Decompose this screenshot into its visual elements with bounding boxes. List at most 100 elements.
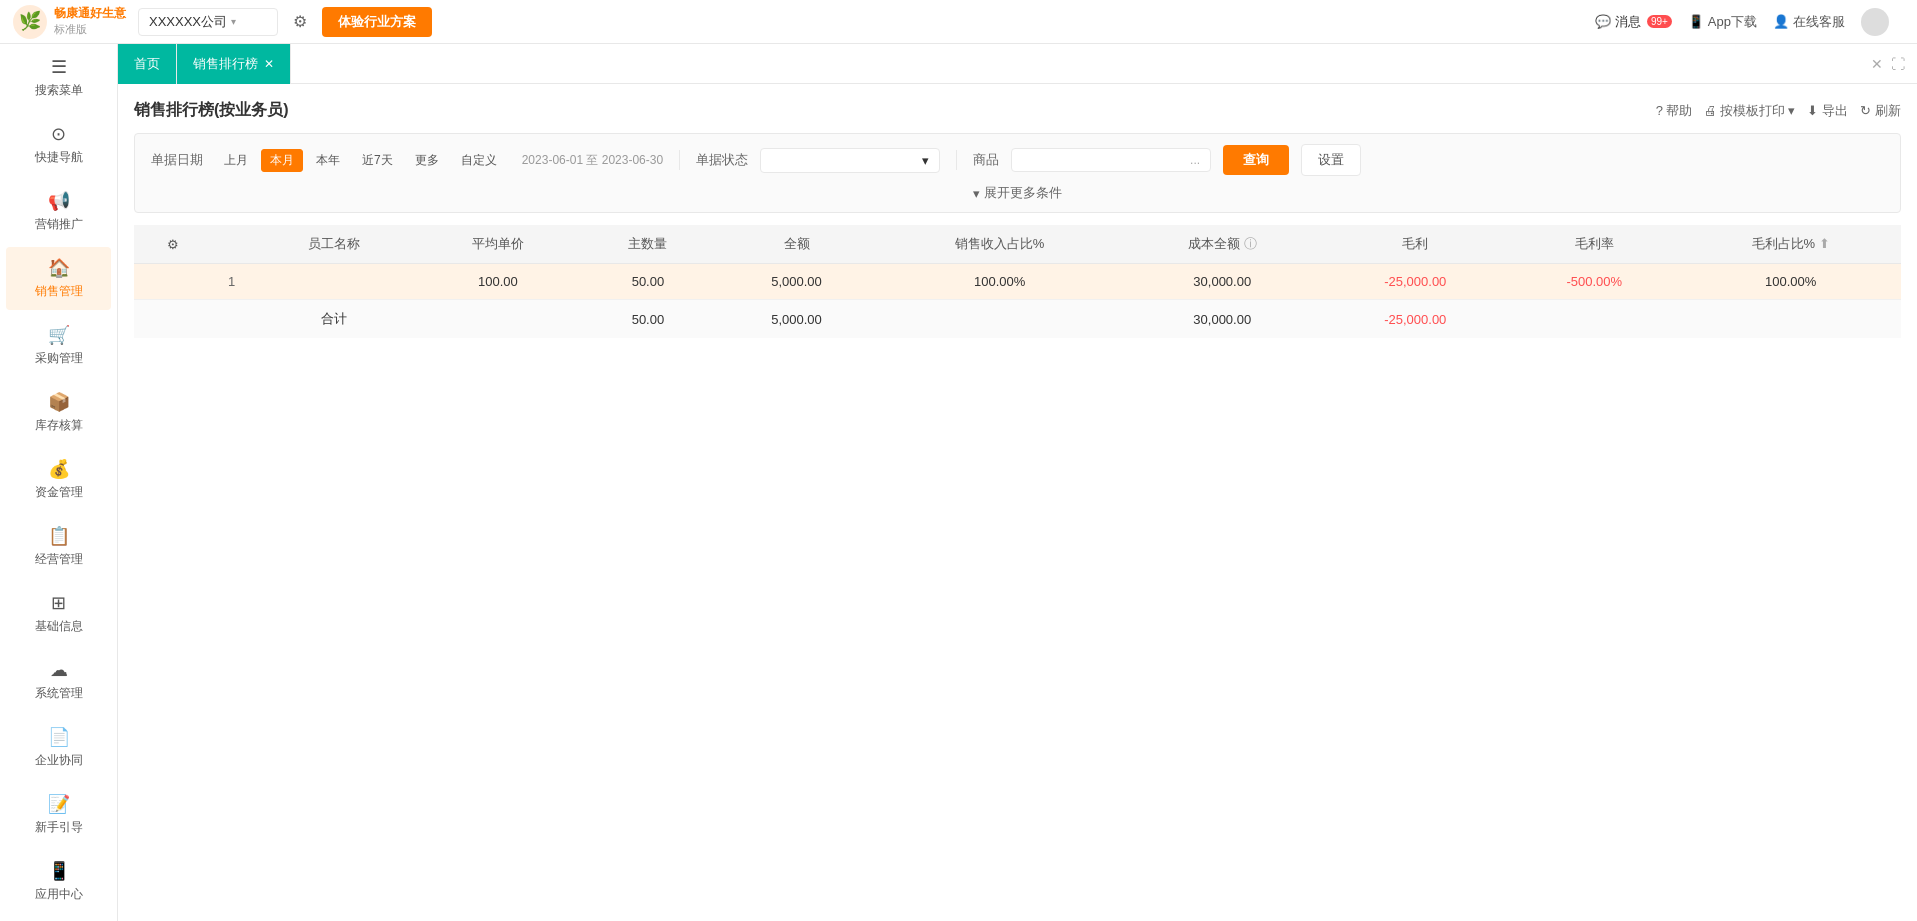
row-settings[interactable] xyxy=(134,264,212,300)
sidebar-item-label: 系统管理 xyxy=(35,685,83,702)
date-btn-last-month[interactable]: 上月 xyxy=(215,149,257,172)
message-button[interactable]: 💬 消息 99+ xyxy=(1595,13,1672,31)
sidebar-item-search[interactable]: ☰ 搜索菜单 xyxy=(6,46,111,109)
product-filter[interactable]: ... xyxy=(1011,148,1211,172)
online-service-button[interactable]: 👤 在线客服 xyxy=(1773,13,1845,31)
row-cost: 30,000.00 xyxy=(1122,264,1322,300)
refresh-icon: ↻ xyxy=(1860,103,1871,118)
sidebar-item-label: 企业协同 xyxy=(35,752,83,769)
settings-button[interactable]: 设置 xyxy=(1301,144,1361,176)
tab-fullscreen-icon[interactable]: ⛶ xyxy=(1891,56,1905,72)
sidebar-item-system[interactable]: ☁ 系统管理 xyxy=(6,649,111,712)
tab-bar: 首页 销售排行榜 ✕ ✕ ⛶ xyxy=(118,44,1917,84)
chevron-down-icon: ▾ xyxy=(231,16,236,27)
footer-empty-1 xyxy=(134,300,212,339)
page-title: 销售排行榜(按业务员) xyxy=(134,100,1656,121)
tab-home[interactable]: 首页 xyxy=(118,44,177,84)
enterprise-icon: 📄 xyxy=(48,726,70,748)
col-employee: 员工名称 xyxy=(252,225,416,264)
query-button[interactable]: 查询 xyxy=(1223,145,1289,175)
main-layout: ☰ 搜索菜单 ⊙ 快捷导航 📢 营销推广 🏠 销售管理 🛒 采购管理 📦 库 xyxy=(0,44,1917,921)
sidebar-item-label: 采购管理 xyxy=(35,350,83,367)
date-btn-this-month[interactable]: 本月 xyxy=(261,149,303,172)
sidebar-item-marketing[interactable]: 📢 营销推广 xyxy=(6,180,111,243)
row-rank: 1 xyxy=(212,264,252,300)
refresh-button[interactable]: ↻ 刷新 xyxy=(1860,102,1901,120)
export-button[interactable]: ⬇ 导出 xyxy=(1807,102,1848,120)
template-chevron-icon: ▾ xyxy=(1788,103,1795,118)
inner-page: 销售排行榜(按业务员) ? 帮助 🖨 按模板打印 ▾ xyxy=(118,84,1917,921)
marketing-icon: 📢 xyxy=(48,190,70,212)
tab-close-all-icon[interactable]: ✕ xyxy=(1871,56,1883,72)
company-selector[interactable]: XXXXXX公司 ▾ xyxy=(138,8,278,36)
header-actions: ? 帮助 🖨 按模板打印 ▾ ⬇ 导出 xyxy=(1656,102,1901,120)
content-area: 首页 销售排行榜 ✕ ✕ ⛶ 销售排行榜(按业务员) xyxy=(118,44,1917,921)
date-btn-this-year[interactable]: 本年 xyxy=(307,149,349,172)
table-container: ⚙ 员工名称 平均单价 主数量 全额 销售收入占比% 成本全额 ⓘ 毛利 xyxy=(134,225,1901,905)
sidebar-item-label: 库存核算 xyxy=(35,417,83,434)
message-badge: 99+ xyxy=(1647,15,1672,28)
col-amount: 全额 xyxy=(716,225,877,264)
message-icon: 💬 xyxy=(1595,14,1611,29)
avatar[interactable] xyxy=(1861,8,1889,36)
sidebar-item-quick-nav[interactable]: ⊙ 快捷导航 xyxy=(6,113,111,176)
operations-icon: 📋 xyxy=(48,525,70,547)
trial-button[interactable]: 体验行业方案 xyxy=(322,7,432,37)
col-settings[interactable]: ⚙ xyxy=(134,225,212,264)
row-gross: -25,000.00 xyxy=(1322,264,1508,300)
col-cost: 成本全额 ⓘ xyxy=(1122,225,1322,264)
sidebar-item-weixin[interactable]: 💬 企业微信 xyxy=(6,917,111,921)
product-more-icon[interactable]: ... xyxy=(1190,153,1200,167)
sidebar-item-sales[interactable]: 🏠 销售管理 xyxy=(6,247,111,310)
doc-status-select[interactable]: ▾ xyxy=(760,148,940,173)
sidebar-item-app-center[interactable]: 📱 应用中心 xyxy=(6,850,111,913)
footer-qty: 50.00 xyxy=(580,300,716,339)
sidebar-item-operations[interactable]: 📋 经营管理 xyxy=(6,515,111,578)
inventory-icon: 📦 xyxy=(48,391,70,413)
date-btn-more[interactable]: 更多 xyxy=(406,149,448,172)
footer-total-label: 合计 xyxy=(252,300,416,339)
expand-conditions-button[interactable]: ▾ 展开更多条件 xyxy=(973,184,1062,202)
sidebar-item-inventory[interactable]: 📦 库存核算 xyxy=(6,381,111,444)
quick-nav-icon: ⊙ xyxy=(51,123,66,145)
sidebar-item-funds[interactable]: 💰 资金管理 xyxy=(6,448,111,511)
sidebar-item-enterprise[interactable]: 📄 企业协同 xyxy=(6,716,111,779)
cost-info-icon[interactable]: ⓘ xyxy=(1244,236,1257,251)
footer-row: 合计 50.00 5,000.00 30,000.00 -25,000.00 xyxy=(134,300,1901,339)
message-label: 消息 xyxy=(1615,13,1641,31)
tab-sales-rank[interactable]: 销售排行榜 ✕ xyxy=(177,44,291,84)
filter-divider-2 xyxy=(956,150,957,170)
sidebar-item-basic-info[interactable]: ⊞ 基础信息 xyxy=(6,582,111,645)
footer-cost: 30,000.00 xyxy=(1122,300,1322,339)
sidebar-item-label: 销售管理 xyxy=(35,283,83,300)
logo-area: 🌿 畅康通好生意 标准版 xyxy=(12,4,130,40)
template-print-button[interactable]: 🖨 按模板打印 ▾ xyxy=(1704,102,1795,120)
tab-expand-area: ✕ ⛶ xyxy=(1859,56,1917,72)
date-label: 单据日期 xyxy=(151,151,203,169)
date-btn-custom[interactable]: 自定义 xyxy=(452,149,506,172)
app-download-button[interactable]: 📱 App下载 xyxy=(1688,13,1757,31)
col-settings-icon: ⚙ xyxy=(167,237,179,252)
help-button[interactable]: ? 帮助 xyxy=(1656,102,1692,120)
tab-home-label: 首页 xyxy=(134,55,160,73)
tab-sales-rank-label: 销售排行榜 xyxy=(193,55,258,73)
filter-bar: 单据日期 上月 本月 本年 近7天 更多 自定义 2023-06-01 至 20… xyxy=(134,133,1901,213)
settings-icon[interactable]: ⚙ xyxy=(286,8,314,36)
gross-pct-info-icon[interactable]: ⬆ xyxy=(1819,236,1830,251)
table-row: 1 100.00 50.00 5,000.00 100.00% 30,000.0… xyxy=(134,264,1901,300)
sidebar-item-label: 营销推广 xyxy=(35,216,83,233)
col-gross-pct: 毛利占比% ⬆ xyxy=(1680,225,1901,264)
row-sales-pct: 100.00% xyxy=(877,264,1122,300)
sidebar-item-purchase[interactable]: 🛒 采购管理 xyxy=(6,314,111,377)
page-header: 销售排行榜(按业务员) ? 帮助 🖨 按模板打印 ▾ xyxy=(134,100,1901,121)
row-qty: 50.00 xyxy=(580,264,716,300)
sidebar-item-guide[interactable]: 📝 新手引导 xyxy=(6,783,111,846)
footer-empty-3 xyxy=(416,300,580,339)
sidebar-item-label: 资金管理 xyxy=(35,484,83,501)
guide-icon: 📝 xyxy=(48,793,70,815)
date-btn-last-7[interactable]: 近7天 xyxy=(353,149,402,172)
footer-empty-2 xyxy=(212,300,252,339)
col-qty: 主数量 xyxy=(580,225,716,264)
tab-close-icon[interactable]: ✕ xyxy=(264,57,274,71)
col-gross-rate: 毛利率 xyxy=(1508,225,1680,264)
